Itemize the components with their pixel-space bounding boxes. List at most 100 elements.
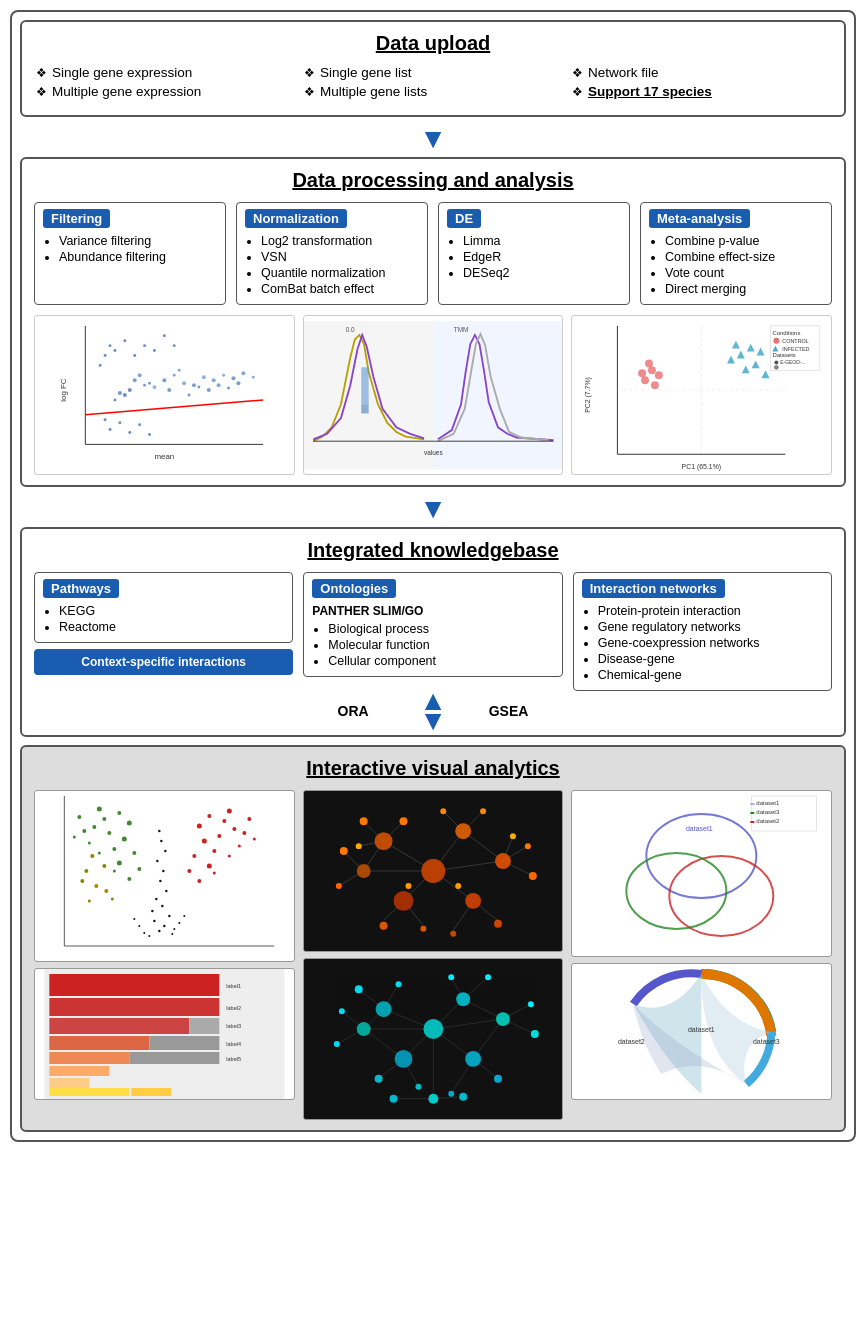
svg-point-101	[164, 850, 166, 852]
svg-point-13	[118, 391, 122, 395]
svg-point-20	[202, 375, 206, 379]
svg-point-106	[138, 925, 140, 927]
svg-point-6	[128, 388, 132, 392]
svg-point-94	[151, 910, 153, 912]
svg-point-268	[389, 1095, 397, 1103]
svg-point-203	[465, 893, 481, 909]
context-box: Context-specific interactions	[34, 649, 293, 675]
svg-point-122	[238, 845, 241, 848]
svg-point-261	[448, 1091, 454, 1097]
svg-point-92	[153, 920, 155, 922]
networks-header: Interaction networks	[582, 579, 725, 598]
svg-point-254	[496, 1012, 510, 1026]
svg-point-16	[182, 381, 186, 385]
svg-point-29	[236, 381, 240, 385]
svg-text:0.0: 0.0	[345, 326, 354, 333]
svg-point-206	[359, 817, 367, 825]
svg-point-200	[374, 832, 392, 850]
svg-point-208	[480, 808, 486, 814]
svg-point-138	[97, 807, 102, 812]
chart-line: 0.0 TMM values	[303, 315, 564, 475]
svg-rect-165	[49, 1078, 89, 1088]
ontology-note: PANTHER SLIM/GO	[312, 604, 553, 618]
meta-item-3: Vote count	[665, 266, 823, 280]
svg-point-127	[253, 838, 256, 841]
meta-header: Meta-analysis	[649, 209, 750, 228]
svg-point-108	[133, 918, 135, 920]
charts-row: mean log FC 0.0 TMM	[34, 315, 832, 475]
svg-rect-169	[49, 1088, 129, 1096]
network-lower-box	[303, 958, 564, 1120]
svg-point-120	[227, 809, 232, 814]
svg-point-8	[148, 382, 151, 385]
svg-rect-163	[49, 1052, 129, 1064]
svg-point-209	[440, 808, 446, 814]
svg-text:dataset2: dataset2	[757, 818, 781, 824]
svg-point-126	[192, 854, 196, 858]
svg-text:label1: label1	[226, 983, 241, 989]
svg-point-86	[775, 360, 779, 364]
svg-point-9	[123, 393, 127, 397]
onto-item-2: Molecular function	[328, 638, 553, 652]
norm-item-1: Log2 transformation	[261, 234, 419, 248]
norm-item-4: ComBat batch effect	[261, 282, 419, 296]
svg-point-10	[152, 385, 156, 389]
gsea-label: GSEA	[489, 703, 529, 719]
svg-point-134	[107, 831, 111, 835]
svg-point-25	[217, 383, 221, 387]
svg-point-250	[456, 992, 470, 1006]
svg-point-93	[168, 915, 170, 917]
svg-text:dataset3: dataset3	[757, 809, 781, 815]
svg-rect-170	[131, 1088, 171, 1096]
svg-point-154	[111, 898, 114, 901]
svg-point-263	[338, 1008, 344, 1014]
svg-rect-166	[189, 1018, 219, 1034]
analytics-columns: label1 label2 label3 label4 label5	[34, 790, 832, 1120]
svg-text:label5: label5	[226, 1056, 241, 1062]
svg-point-118	[207, 814, 211, 818]
svg-point-130	[127, 877, 131, 881]
svg-point-45	[138, 423, 141, 426]
norm-item-3: Quantile normalization	[261, 266, 419, 280]
svg-point-19	[188, 394, 191, 397]
svg-point-205	[495, 853, 511, 869]
svg-point-269	[459, 1093, 467, 1101]
svg-point-199	[421, 859, 445, 883]
svg-point-145	[73, 836, 76, 839]
svg-rect-51	[433, 321, 562, 469]
upload-item-6: Support 17 species	[572, 84, 830, 99]
svg-rect-164	[49, 1066, 109, 1076]
svg-point-40	[173, 344, 176, 347]
know-col-ontologies: Ontologies PANTHER SLIM/GO Biological pr…	[303, 572, 562, 697]
svg-point-28	[241, 371, 245, 375]
svg-point-24	[222, 374, 225, 377]
svg-rect-168	[129, 1052, 219, 1064]
svg-point-115	[202, 839, 207, 844]
norm-item-2: VSN	[261, 250, 419, 264]
de-item-1: Limma	[463, 234, 621, 248]
svg-point-219	[510, 833, 516, 839]
analytics-col-2	[303, 790, 564, 1120]
network-item-3: Gene-coexpression networks	[598, 636, 823, 650]
svg-text:label2: label2	[226, 1005, 241, 1011]
svg-point-38	[153, 349, 156, 352]
svg-point-14	[173, 374, 176, 377]
svg-point-136	[117, 811, 121, 815]
proc-col-de: DE Limma EdgeR DESeq2	[438, 202, 630, 305]
pca-svg: PC1 (65.1%) PC2 (7.7%)	[572, 316, 831, 474]
svg-point-215	[336, 883, 342, 889]
svg-point-204	[356, 864, 370, 878]
svg-text:PC1 (65.1%): PC1 (65.1%)	[682, 463, 722, 471]
pathway-item-2: Reactome	[59, 620, 284, 634]
svg-point-151	[80, 879, 84, 883]
ontologies-header: Ontologies	[312, 579, 396, 598]
network-lower-svg	[304, 959, 563, 1119]
svg-point-148	[90, 854, 94, 858]
svg-rect-54	[361, 367, 368, 404]
svg-point-69	[651, 381, 659, 389]
svg-point-31	[104, 354, 107, 357]
svg-point-214	[339, 847, 347, 855]
svg-point-256	[395, 981, 401, 987]
svg-point-27	[227, 387, 230, 390]
svg-text:Datasets: Datasets	[773, 352, 796, 358]
